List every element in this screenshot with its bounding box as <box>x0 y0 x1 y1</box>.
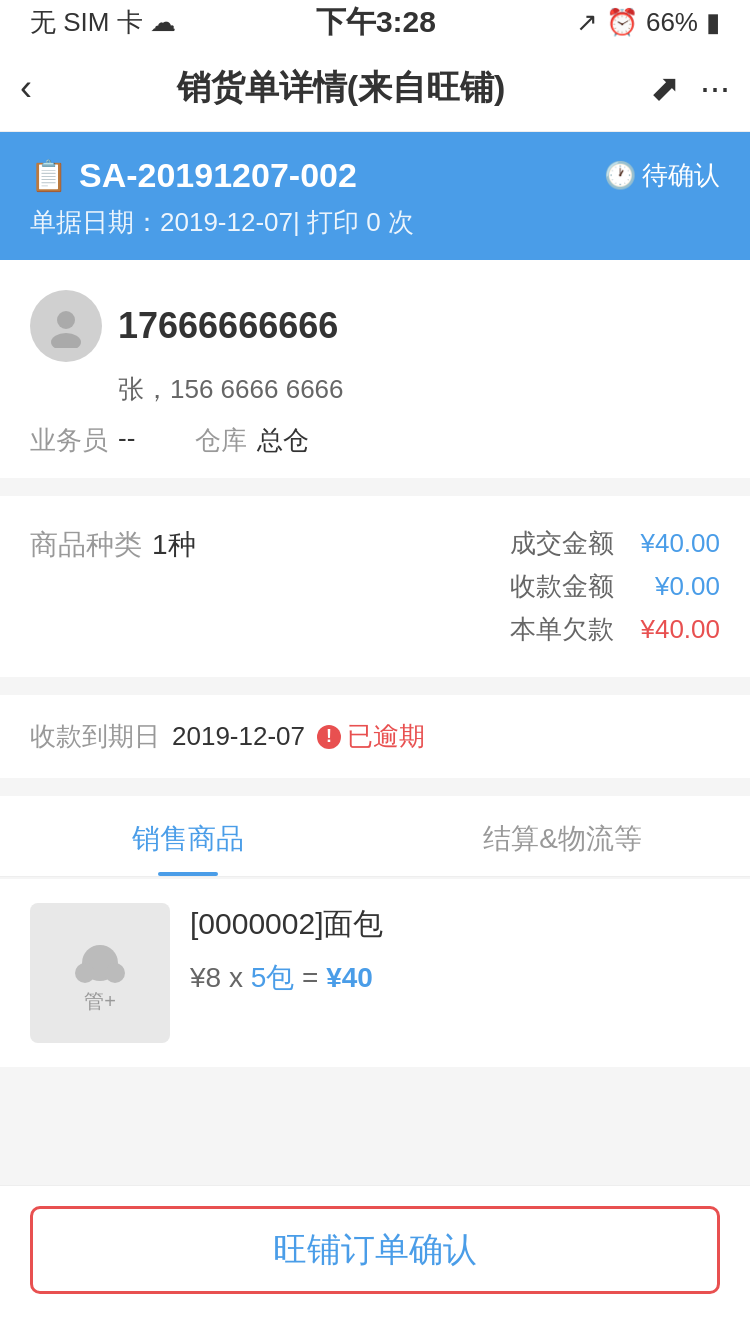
page-title: 销货单详情(来自旺铺) <box>177 65 506 111</box>
print-info: | 打印 0 次 <box>293 207 414 237</box>
order-id-row: 📋 SA-20191207-002 🕐 待确认 <box>30 156 720 195</box>
overdue-icon: ! <box>317 725 341 749</box>
customer-section: 17666666666 张，156 6666 6666 业务员 -- 仓库 总仓 <box>0 260 750 478</box>
tabs-section: 销售商品 结算&物流等 <box>0 796 750 877</box>
battery-icon: ▮ <box>706 7 720 38</box>
customer-row: 17666666666 <box>30 290 720 362</box>
status-bar: 无 SIM 卡 ☁ 下午3:28 ↗ ⏰ 66% ▮ <box>0 0 750 44</box>
order-header: 📋 SA-20191207-002 🕐 待确认 单据日期：2019-12-07|… <box>0 132 750 260</box>
warehouse-item: 仓库 总仓 <box>195 423 309 458</box>
share-button[interactable]: ⬈ <box>650 67 680 109</box>
order-status-text: 待确认 <box>642 158 720 193</box>
multiply-icon: x <box>229 962 243 993</box>
back-button[interactable]: ‹ <box>20 67 32 109</box>
product-type-label: 商品种类 <box>30 526 142 564</box>
divider-1 <box>0 480 750 496</box>
overdue-text: 已逾期 <box>347 719 425 754</box>
order-icon: 📋 <box>30 158 67 193</box>
svg-point-0 <box>57 311 75 329</box>
product-item: 管+ [0000002]面包 ¥8 x 5包 = ¥40 <box>30 903 720 1043</box>
transaction-label: 成交金额 <box>510 526 614 561</box>
customer-meta: 业务员 -- 仓库 总仓 <box>30 423 720 458</box>
confirm-button-label: 旺铺订单确认 <box>273 1227 477 1273</box>
product-type-value: 1种 <box>152 526 196 564</box>
warehouse-value: 总仓 <box>257 423 309 458</box>
salesperson-value: -- <box>118 423 135 458</box>
alarm-icon: ⏰ <box>606 7 638 38</box>
more-button[interactable]: ··· <box>700 67 730 109</box>
debt-label: 本单欠款 <box>510 612 614 647</box>
transaction-row: 成交金额 ¥40.00 <box>510 526 720 561</box>
svg-point-3 <box>75 963 95 983</box>
collection-label: 收款金额 <box>510 569 614 604</box>
salesperson-item: 业务员 -- <box>30 423 135 458</box>
order-status: 🕐 待确认 <box>604 158 720 193</box>
collection-value: ¥0.00 <box>630 571 720 602</box>
summary-section: 商品种类 1种 成交金额 ¥40.00 收款金额 ¥0.00 本单欠款 ¥40.… <box>0 496 750 677</box>
status-right: ↗ ⏰ 66% ▮ <box>576 7 720 38</box>
svg-point-1 <box>51 333 81 348</box>
confirm-order-button[interactable]: 旺铺订单确认 <box>30 1206 720 1294</box>
nav-left[interactable]: ‹ <box>20 67 32 109</box>
order-id: SA-20191207-002 <box>79 156 357 195</box>
product-name: [0000002]面包 <box>190 903 720 945</box>
product-price: ¥8 x 5包 = ¥40 <box>190 959 720 997</box>
transaction-value: ¥40.00 <box>630 528 720 559</box>
tab-settlement[interactable]: 结算&物流等 <box>375 796 750 876</box>
battery-level: 66% <box>646 7 698 38</box>
amount-summary: 成交金额 ¥40.00 收款金额 ¥0.00 本单欠款 ¥40.00 <box>510 526 720 647</box>
product-type: 商品种类 1种 <box>30 526 196 564</box>
divider-3 <box>0 780 750 796</box>
svg-point-4 <box>105 963 125 983</box>
order-date-row: 单据日期：2019-12-07| 打印 0 次 <box>30 205 720 240</box>
date-label: 单据日期： <box>30 207 160 237</box>
debt-row: 本单欠款 ¥40.00 <box>510 612 720 647</box>
tab-settlement-label: 结算&物流等 <box>483 823 642 854</box>
due-date-section: 收款到期日 2019-12-07 ! 已逾期 <box>0 695 750 778</box>
warehouse-label: 仓库 <box>195 423 247 458</box>
salesperson-label: 业务员 <box>30 423 108 458</box>
collection-row: 收款金额 ¥0.00 <box>510 569 720 604</box>
due-label: 收款到期日 <box>30 719 160 754</box>
status-left: 无 SIM 卡 ☁ <box>30 5 176 40</box>
product-qty: 5包 <box>251 962 295 993</box>
tab-sales-goods-label: 销售商品 <box>132 823 244 854</box>
equals-icon: = <box>302 962 318 993</box>
product-total: ¥40 <box>326 962 373 993</box>
bottom-bar: 旺铺订单确认 <box>0 1185 750 1334</box>
product-section: 管+ [0000002]面包 ¥8 x 5包 = ¥40 <box>0 879 750 1067</box>
product-thumbnail: 管+ <box>30 903 170 1043</box>
order-date-value: 2019-12-07 <box>160 207 293 237</box>
sim-status: 无 SIM 卡 ☁ <box>30 5 176 40</box>
product-logo: 管+ <box>55 928 145 1018</box>
clock-icon: 🕐 <box>604 160 636 191</box>
divider-2 <box>0 679 750 695</box>
nav-right[interactable]: ⬈ ··· <box>650 67 730 109</box>
nav-bar: ‹ 销货单详情(来自旺铺) ⬈ ··· <box>0 44 750 132</box>
user-icon <box>44 304 88 348</box>
debt-value: ¥40.00 <box>630 614 720 645</box>
location-icon: ↗ <box>576 7 598 38</box>
due-date-value: 2019-12-07 <box>172 721 305 752</box>
product-info: [0000002]面包 ¥8 x 5包 = ¥40 <box>190 903 720 997</box>
customer-phone: 17666666666 <box>118 305 338 347</box>
overdue-badge: ! 已逾期 <box>317 719 425 754</box>
tab-sales-goods[interactable]: 销售商品 <box>0 796 375 876</box>
customer-name: 张，156 6666 6666 <box>118 372 720 407</box>
avatar <box>30 290 102 362</box>
status-time: 下午3:28 <box>316 2 436 43</box>
svg-text:管+: 管+ <box>84 990 116 1012</box>
price-unit: ¥8 <box>190 962 221 993</box>
